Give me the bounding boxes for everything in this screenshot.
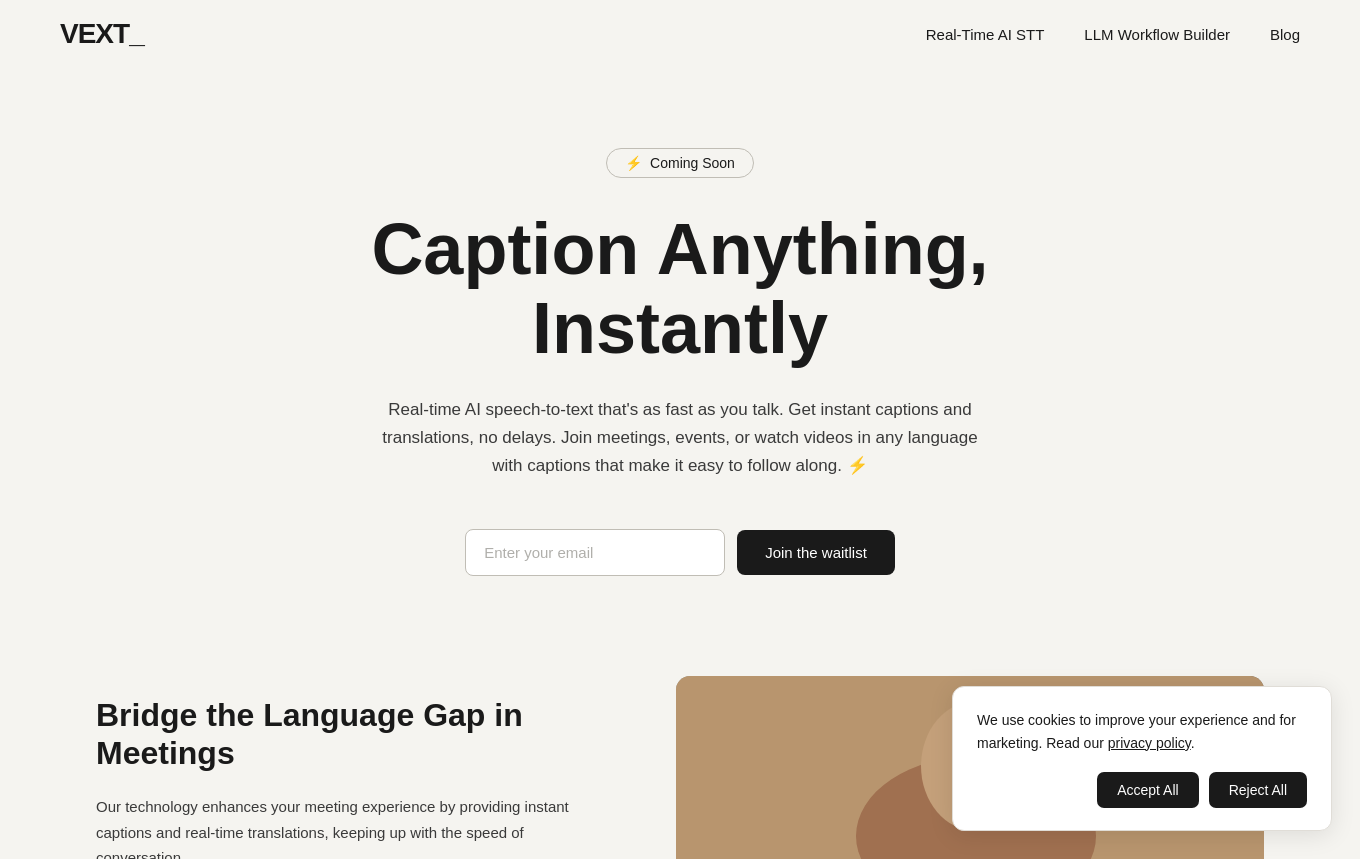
nav-link-real-time-ai-stt[interactable]: Real-Time AI STT [926,26,1045,43]
hero-title: Caption Anything, Instantly [250,210,1110,368]
coming-soon-badge[interactable]: ⚡ Coming Soon [606,148,754,178]
hero-subtitle: Real-time AI speech-to-text that's as fa… [370,396,990,480]
accept-all-button[interactable]: Accept All [1097,772,1198,808]
cookie-banner: We use cookies to improve your experienc… [952,686,1332,831]
reject-all-button[interactable]: Reject All [1209,772,1307,808]
svg-point-4 [768,751,872,859]
email-input[interactable] [465,529,725,576]
svg-point-6 [778,734,862,774]
email-cta-row: Join the waitlist [465,529,895,576]
lower-title: Bridge the Language Gap in Meetings [96,696,616,773]
svg-point-5 [780,741,860,831]
nav-links: Real-Time AI STT LLM Workflow Builder Bl… [926,26,1300,43]
svg-rect-2 [750,716,890,806]
cookie-buttons: Accept All Reject All [977,772,1307,808]
cookie-message-suffix: . [1191,735,1195,751]
lower-text-block: Bridge the Language Gap in Meetings Our … [96,676,616,859]
hero-section: ⚡ Coming Soon Caption Anything, Instantl… [0,68,1360,636]
nav-link-blog[interactable]: Blog [1270,26,1300,43]
badge-icon: ⚡ [625,155,642,171]
privacy-policy-link[interactable]: privacy policy [1108,735,1191,751]
lower-body-1: Our technology enhances your meeting exp… [96,794,616,859]
cookie-message: We use cookies to improve your experienc… [977,709,1307,754]
navbar: VEXT_ Real-Time AI STT LLM Workflow Buil… [0,0,1360,68]
badge-label: Coming Soon [650,155,735,171]
join-waitlist-button[interactable]: Join the waitlist [737,530,895,575]
nav-link-llm-workflow-builder[interactable]: LLM Workflow Builder [1084,26,1230,43]
brand-logo[interactable]: VEXT_ [60,18,144,50]
